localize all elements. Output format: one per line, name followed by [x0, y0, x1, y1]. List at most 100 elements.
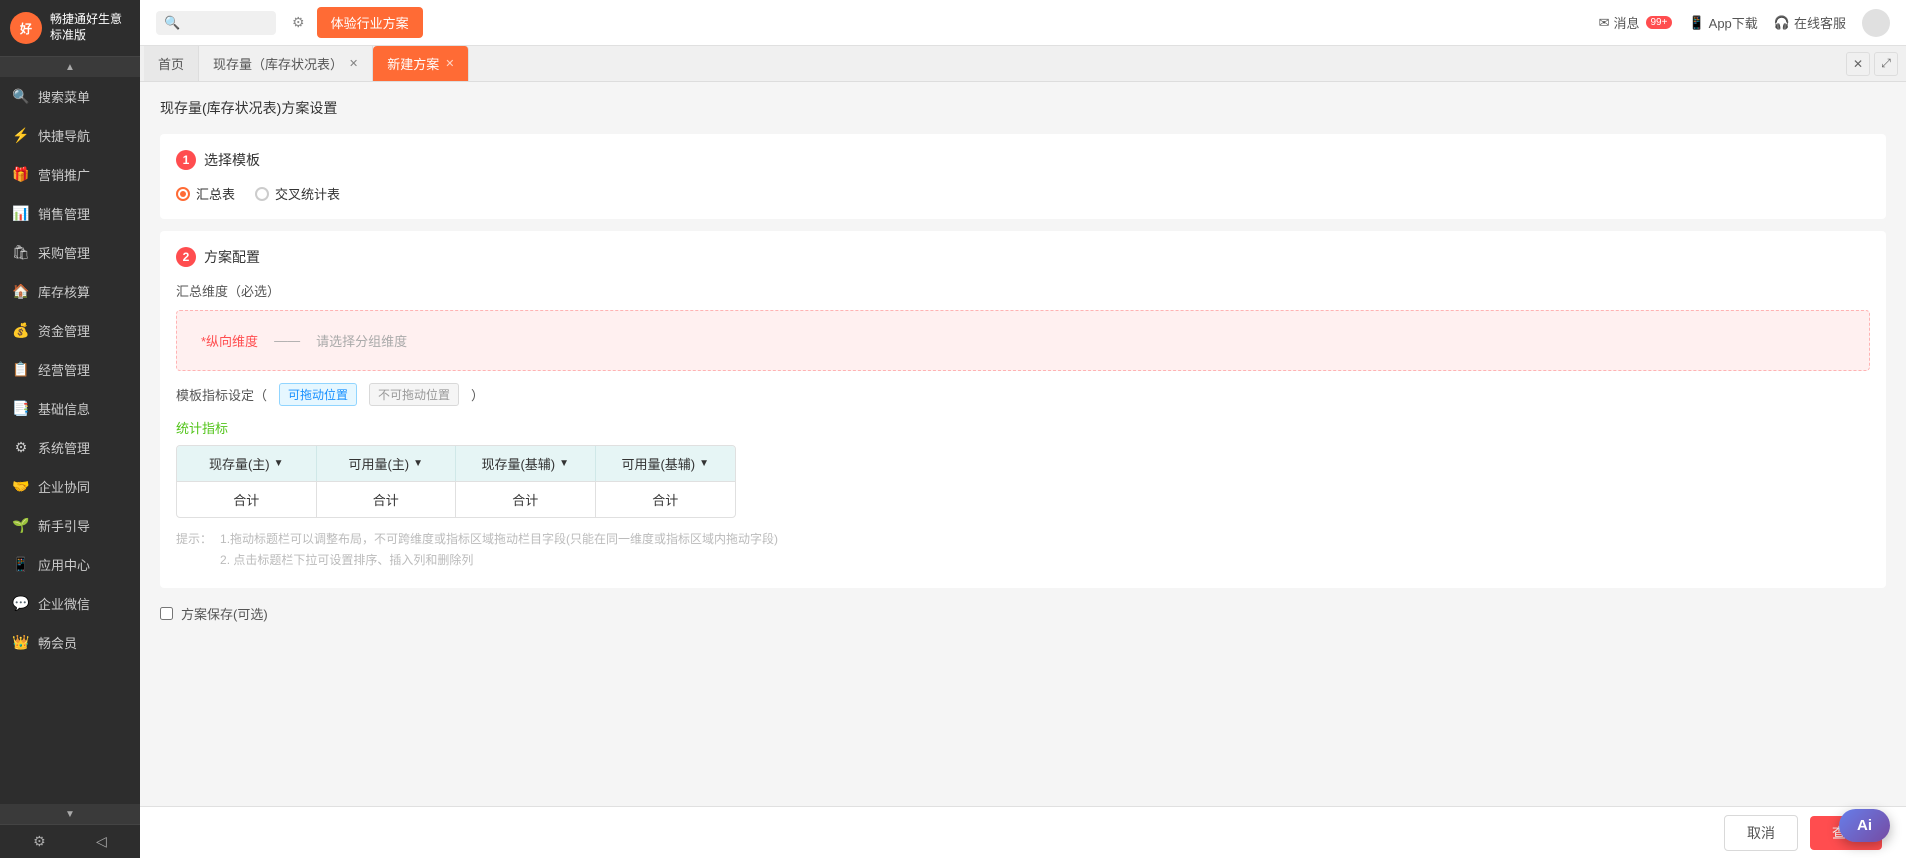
col2-chevron-icon: ▼: [413, 458, 423, 469]
tab-close-new-plan[interactable]: ✕: [445, 57, 454, 70]
stat-table-row-1: 合计 合计 合计 合计: [177, 481, 735, 517]
tab-home[interactable]: 首页: [144, 46, 199, 81]
save-label: 方案保存(可选): [181, 604, 268, 623]
step1-title: 选择模板: [204, 150, 260, 170]
sidebar-item-member[interactable]: 👑 畅会员: [0, 623, 140, 662]
marketing-icon: 🎁: [12, 166, 30, 183]
sidebar-scroll-up[interactable]: ▲: [0, 57, 140, 77]
online-service-button[interactable]: 🎧 在线客服: [1774, 13, 1846, 32]
tab-close-button[interactable]: ✕: [1846, 52, 1870, 76]
quick-nav-icon: ⚡: [12, 127, 30, 144]
dimension-area[interactable]: *纵向维度 —— 请选择分组维度: [176, 310, 1870, 371]
step2-header: 2 方案配置: [176, 247, 1870, 267]
member-icon: 👑: [12, 634, 30, 651]
sidebar-item-marketing[interactable]: 🎁 营销推广: [0, 155, 140, 194]
ai-fab-button[interactable]: Ai: [1839, 809, 1890, 842]
purchase-icon: 🛍: [12, 244, 30, 261]
stat-section-label: 统计指标: [176, 418, 1870, 437]
stat-col-2-header[interactable]: 可用量(主) ▼: [317, 446, 457, 481]
step1-section: 1 选择模板 汇总表 交叉统计表: [160, 134, 1886, 219]
sidebar-item-search[interactable]: 🔍 搜索菜单: [0, 77, 140, 116]
stat-cell-3: 合计: [456, 482, 596, 517]
stat-cell-1: 合计: [177, 482, 317, 517]
app-name: 畅捷通好生意 标准版: [50, 12, 122, 43]
user-avatar[interactable]: [1862, 9, 1890, 37]
sidebar-scroll-down[interactable]: ▼: [0, 804, 140, 824]
topbar-settings-icon[interactable]: ⚙: [292, 14, 305, 31]
radio-cross[interactable]: 交叉统计表: [255, 184, 340, 203]
sidebar-item-finance[interactable]: 💰 资金管理: [0, 311, 140, 350]
search-icon: 🔍: [12, 88, 30, 105]
message-badge: 99+: [1646, 16, 1673, 29]
indicator-setting: 模板指标设定（ 可拖动位置 不可拖动位置 ）: [176, 383, 1870, 406]
tabbar: 首页 现存量（库存状况表） ✕ 新建方案 ✕ ✕ ⤢: [140, 46, 1906, 82]
sidebar-item-quick-nav[interactable]: ⚡ 快捷导航: [0, 116, 140, 155]
step2-badge: 2: [176, 247, 196, 267]
sales-icon: 📊: [12, 205, 30, 222]
sidebar-item-enterprise[interactable]: 🤝 企业协同: [0, 467, 140, 506]
sidebar-item-basic-info[interactable]: 📑 基础信息: [0, 389, 140, 428]
sidebar-item-wechat[interactable]: 💬 企业微信: [0, 584, 140, 623]
tab-inventory-status[interactable]: 现存量（库存状况表） ✕: [199, 46, 373, 81]
tab-close-inventory[interactable]: ✕: [349, 57, 358, 70]
step1-badge: 1: [176, 150, 196, 170]
radio-cross-circle: [255, 187, 269, 201]
col4-chevron-icon: ▼: [699, 458, 709, 469]
topbar: 🔍 ⚙ 体验行业方案 ✉ 消息 99+ 📱 App下载 🎧 在线客服: [140, 0, 1906, 46]
tab-new-plan[interactable]: 新建方案 ✕: [373, 46, 469, 81]
settings-button[interactable]: ⚙: [33, 833, 46, 850]
app-download-button[interactable]: 📱 App下载: [1688, 13, 1757, 32]
sidebar-nav: 🔍 搜索菜单 ⚡ 快捷导航 🎁 营销推广 📊 销售管理 🛍 采购管理 🏠 库存核…: [0, 77, 140, 804]
collapse-button[interactable]: ◁: [96, 833, 107, 850]
content-area: 现存量(库存状况表)方案设置 1 选择模板 汇总表 交叉统计表 2: [140, 82, 1906, 806]
step2-section: 2 方案配置 汇总维度（必选） *纵向维度 —— 请选择分组维度 模板指标设定（…: [160, 231, 1886, 588]
save-row: 方案保存(可选): [160, 604, 1886, 623]
tab-expand-button[interactable]: ⤢: [1874, 52, 1898, 76]
stat-col-4-header[interactable]: 可用量(基辅) ▼: [596, 446, 736, 481]
sidebar-item-guide[interactable]: 🌱 新手引导: [0, 506, 140, 545]
industry-plan-button[interactable]: 体验行业方案: [317, 7, 423, 38]
save-checkbox[interactable]: [160, 607, 173, 620]
enterprise-icon: 🤝: [12, 478, 30, 495]
sidebar-item-purchase[interactable]: 🛍 采购管理: [0, 233, 140, 272]
topbar-right: ✉ 消息 99+ 📱 App下载 🎧 在线客服: [1599, 9, 1890, 37]
template-radio-group: 汇总表 交叉统计表: [176, 184, 1870, 203]
sidebar-item-sales[interactable]: 📊 销售管理: [0, 194, 140, 233]
col3-chevron-icon: ▼: [559, 458, 569, 469]
bottom-bar: 取消 查询: [140, 806, 1906, 858]
radio-summary[interactable]: 汇总表: [176, 184, 235, 203]
dimension-placeholder: 请选择分组维度: [316, 331, 407, 350]
stat-table-header: 现存量(主) ▼ 可用量(主) ▼ 现存量(基辅) ▼ 可用量(基辅) ▼: [177, 446, 735, 481]
vertical-label: *纵向维度: [201, 331, 258, 350]
radio-summary-circle: [176, 187, 190, 201]
service-icon: 🎧: [1774, 15, 1790, 31]
cancel-button[interactable]: 取消: [1724, 815, 1798, 851]
page-title: 现存量(库存状况表)方案设置: [160, 98, 1886, 118]
indicator-close: ）: [471, 385, 484, 404]
indicator-label: 模板指标设定（: [176, 385, 267, 404]
sidebar-item-inventory[interactable]: 🏠 库存核算: [0, 272, 140, 311]
step2-title: 方案配置: [204, 247, 260, 267]
dimension-arrow: ——: [274, 333, 300, 348]
topbar-search-input[interactable]: [184, 16, 264, 30]
sidebar-footer: ⚙ ◁: [0, 824, 140, 858]
sidebar-item-app-center[interactable]: 📱 应用中心: [0, 545, 140, 584]
sidebar-item-operations[interactable]: 📋 经营管理: [0, 350, 140, 389]
col1-chevron-icon: ▼: [274, 458, 284, 469]
stat-col-1-header[interactable]: 现存量(主) ▼: [177, 446, 317, 481]
topbar-search-box[interactable]: 🔍: [156, 11, 276, 35]
app-logo: 好: [10, 12, 42, 44]
operations-icon: 📋: [12, 361, 30, 378]
stat-table: 现存量(主) ▼ 可用量(主) ▼ 现存量(基辅) ▼ 可用量(基辅) ▼: [176, 445, 736, 518]
inventory-icon: 🏠: [12, 283, 30, 300]
dimension-label: 汇总维度（必选）: [176, 281, 1870, 300]
messages-button[interactable]: ✉ 消息 99+: [1599, 13, 1673, 32]
stat-cell-4: 合计: [596, 482, 736, 517]
topbar-search-icon: 🔍: [164, 15, 180, 31]
basic-info-icon: 📑: [12, 400, 30, 417]
system-icon: ⚙: [12, 439, 30, 456]
stat-col-3-header[interactable]: 现存量(基辅) ▼: [456, 446, 596, 481]
app-center-icon: 📱: [12, 556, 30, 573]
sidebar-item-system[interactable]: ⚙ 系统管理: [0, 428, 140, 467]
message-icon: ✉: [1599, 15, 1610, 31]
